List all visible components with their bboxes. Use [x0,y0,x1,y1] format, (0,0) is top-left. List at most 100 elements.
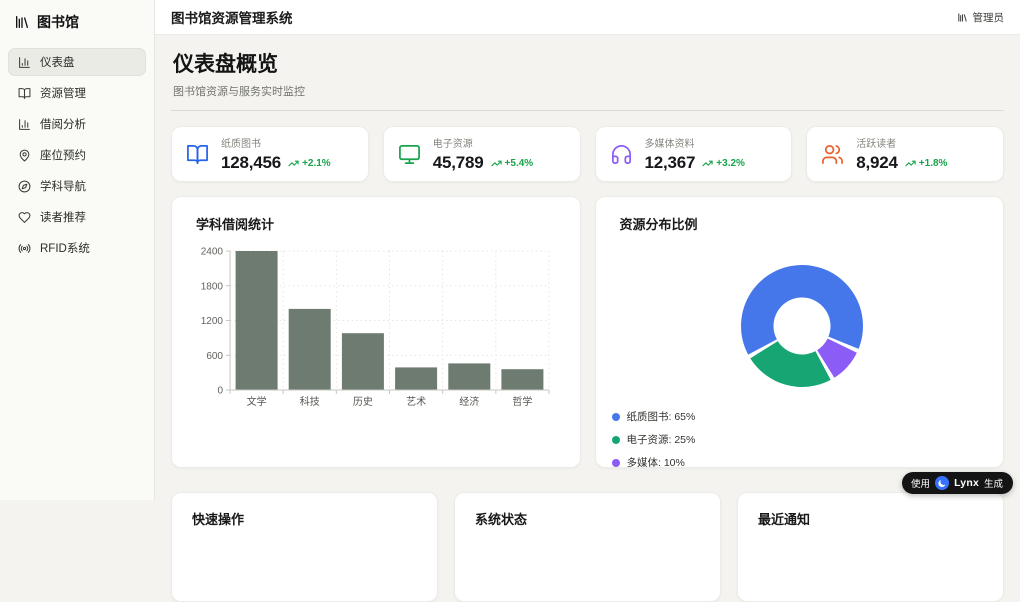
main-area: 图书馆资源管理系统 管理员 仪表盘概览 图书馆资源与服务实时监控 纸质图书 128… [155,0,1020,500]
svg-text:1200: 1200 [201,316,224,327]
sidebar-item-label: 读者推荐 [40,209,86,225]
sidebar-item-label: RFID系统 [40,240,90,256]
stat-value: 8,924 [856,153,898,173]
stat-trend: +2.1% [302,158,331,169]
charts-row: 学科借阅统计 0 600 1200 1800 2400 文学 科技 历史 艺术 经济 哲学 资源分布… [171,196,1004,468]
svg-text:文学: 文学 [247,395,267,408]
bottom-card-title: 系统状态 [475,509,700,528]
page-head: 仪表盘概览 图书馆资源与服务实时监控 [171,35,1004,111]
sidebar-item-subjects[interactable]: 学科导航 [8,172,146,200]
bottom-card-notifications: 最近通知 [737,492,1004,602]
stat-label: 活跃读者 [856,135,947,150]
stat-trend: +5.4% [505,158,534,169]
bottom-card-quick-actions: 快速操作 [171,492,438,602]
svg-text:历史: 历史 [353,396,373,408]
sidebar-item-resources[interactable]: 资源管理 [8,79,146,107]
users-icon [821,143,844,166]
user-menu[interactable]: 管理员 [957,10,1005,25]
sidebar-item-analysis[interactable]: 借阅分析 [8,110,146,138]
stat-label: 多媒体资料 [645,135,745,150]
bottom-card-title: 最近通知 [758,509,983,528]
legend-item: 纸质图书: 65% [612,409,980,424]
svg-text:600: 600 [206,351,223,362]
user-name: 管理员 [973,10,1005,25]
sidebar-item-label: 资源管理 [40,85,86,101]
lynx-badge[interactable]: 使用 Lynx 生成 [902,472,1013,494]
map-pin-icon [18,149,31,162]
sidebar-item-label: 仪表盘 [40,54,75,70]
sidebar: 图书馆 仪表盘资源管理借阅分析座位预约学科导航读者推荐 RFID系统 [0,0,155,500]
content: 仪表盘概览 图书馆资源与服务实时监控 纸质图书 128,456 +2.1% 电子资源 4… [155,35,1020,602]
legend-item: 多媒体: 10% [612,455,980,468]
trending-up-icon [288,158,299,169]
sidebar-item-recommend[interactable]: 读者推荐 [8,203,146,231]
library-logo-icon [14,14,30,30]
donut-chart-title: 资源分布比例 [620,214,980,233]
radio-icon [18,242,31,255]
stat-card-e-resources: 电子资源 45,789 +5.4% [383,126,581,182]
stat-card-multimedia: 多媒体资料 12,367 +3.2% [595,126,793,182]
stat-value: 12,367 [645,153,696,173]
legend-dot [612,413,620,421]
stat-label: 电子资源 [433,135,533,150]
svg-text:1800: 1800 [201,281,224,292]
compass-icon [18,180,31,193]
svg-text:艺术: 艺术 [406,396,426,408]
header-title: 图书馆资源管理系统 [171,7,293,27]
page-subtitle: 图书馆资源与服务实时监控 [173,83,1002,99]
heart-icon [18,211,31,224]
svg-text:经济: 经济 [459,395,479,408]
bottom-card-title: 快速操作 [192,509,417,528]
bar-chart-svg: 0 600 1200 1800 2400 文学 科技 历史 艺术 经济 哲学 [196,243,554,411]
sidebar-nav: 仪表盘资源管理借阅分析座位预约学科导航读者推荐 RFID系统 [8,48,146,262]
stat-trend: +1.8% [919,158,948,169]
bottom-card-system-status: 系统状态 [454,492,721,602]
badge-suffix: 生成 [984,476,1003,490]
lynx-logo-icon [935,476,949,490]
sidebar-item-dashboard[interactable]: 仪表盘 [8,48,146,76]
sidebar-item-rfid[interactable]: RFID系统 [8,234,146,262]
sidebar-item-label: 学科导航 [40,178,86,194]
donut-chart-card: 资源分布比例 纸质图书: 65% 电子资源: 25% 多媒体: 10% [595,196,1005,468]
legend-label: 电子资源: 25% [627,432,696,447]
sidebar-item-label: 座位预约 [40,147,86,163]
donut-legend: 纸质图书: 65% 电子资源: 25% 多媒体: 10% [612,401,980,468]
bar-chart-icon [18,56,31,69]
trending-up-icon [702,158,713,169]
bar-chart-title: 学科借阅统计 [196,214,556,233]
stat-value: 45,789 [433,153,484,173]
bar-chart: 0 600 1200 1800 2400 文学 科技 历史 艺术 经济 哲学 [196,243,556,411]
stat-trend: +3.2% [716,158,745,169]
sidebar-item-label: 借阅分析 [40,116,86,132]
trending-up-icon [491,158,502,169]
bar-chart-icon [18,118,31,131]
svg-text:科技: 科技 [300,395,320,408]
headphones-icon [610,143,633,166]
app-logo: 图书馆 [8,10,146,48]
legend-dot [612,436,620,444]
svg-text:2400: 2400 [201,247,224,258]
svg-text:0: 0 [217,386,223,397]
svg-text:哲学: 哲学 [512,395,532,408]
bar-chart-card: 学科借阅统计 0 600 1200 1800 2400 文学 科技 历史 艺术 经济 哲学 [171,196,581,468]
library-logo-icon [957,12,968,23]
book-open-icon [18,87,31,100]
stat-label: 纸质图书 [221,135,331,150]
bottom-row: 快速操作 系统状态 最近通知 [171,492,1004,602]
donut-segment-1 [750,341,830,387]
stats-row: 纸质图书 128,456 +2.1% 电子资源 45,789 +5.4% 多媒体资料 12,3… [171,126,1004,182]
badge-prefix: 使用 [911,476,930,490]
legend-dot [612,459,620,467]
legend-item: 电子资源: 25% [612,432,980,447]
donut-chart [620,251,980,401]
stat-value: 128,456 [221,153,281,173]
topbar: 图书馆资源管理系统 管理员 [155,0,1020,35]
donut-segment-0 [741,265,863,355]
book-open-icon [186,143,209,166]
badge-brand: Lynx [954,477,979,489]
monitor-icon [398,143,421,166]
stat-card-active-readers: 活跃读者 8,924 +1.8% [806,126,1004,182]
stat-card-paper-books: 纸质图书 128,456 +2.1% [171,126,369,182]
sidebar-item-seats[interactable]: 座位预约 [8,141,146,169]
app-logo-text: 图书馆 [37,12,79,32]
